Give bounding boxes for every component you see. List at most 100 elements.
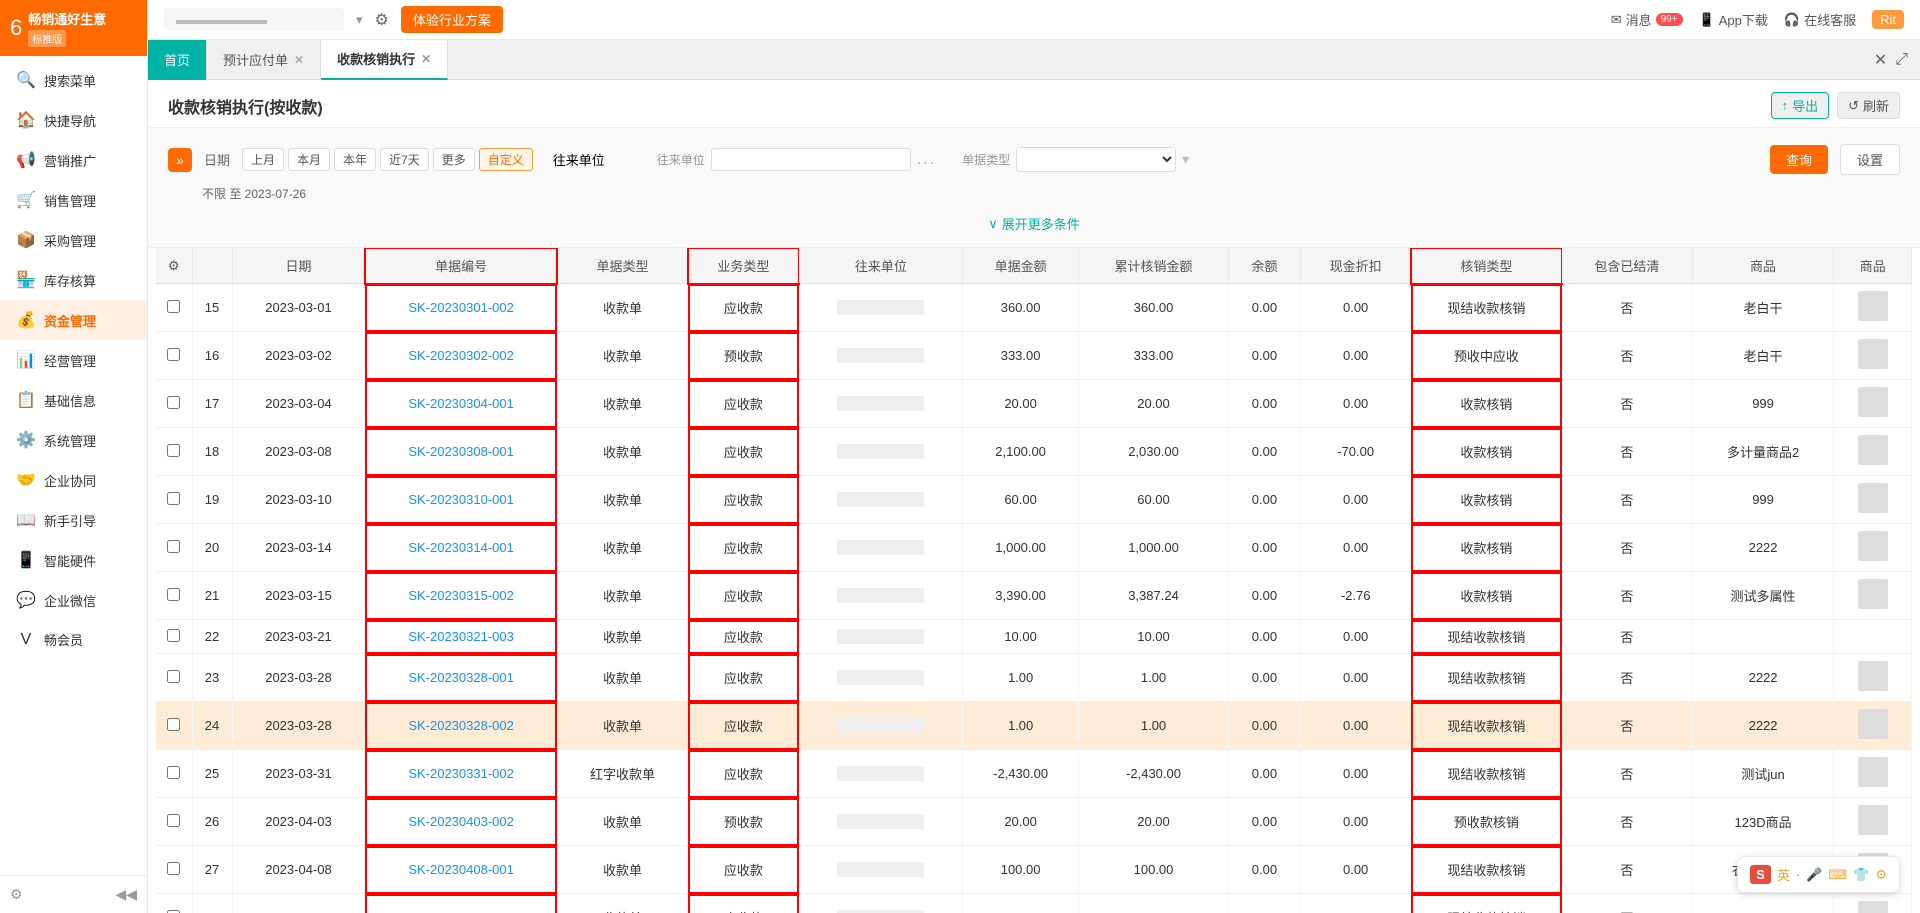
voucher-no-link[interactable]: SK-20230315-002: [408, 588, 514, 603]
th-voucher-no[interactable]: 单据编号: [365, 248, 557, 284]
settings-btn[interactable]: 设置: [1840, 144, 1900, 175]
row-checkbox[interactable]: [167, 396, 180, 409]
sidebar-item-marketing[interactable]: 📢 营销推广: [0, 140, 147, 180]
th-date[interactable]: 日期: [232, 248, 365, 284]
sidebar-item-member[interactable]: V 畅会员: [0, 620, 147, 659]
query-btn[interactable]: 查询: [1770, 145, 1828, 174]
close-tab-btn[interactable]: ✕: [1874, 50, 1887, 70]
voucher-no-link[interactable]: SK-20230310-001: [408, 492, 514, 507]
sidebar-item-basic[interactable]: 📋 基础信息: [0, 380, 147, 420]
online-support-btn[interactable]: 🎧 在线客服: [1784, 10, 1856, 29]
tab-prepay-close[interactable]: ✕: [294, 53, 304, 67]
row-checkbox[interactable]: [167, 540, 180, 553]
cell-checkbox[interactable]: [156, 380, 192, 428]
voucher-no-link[interactable]: SK-20230301-002: [408, 300, 514, 315]
row-checkbox[interactable]: [167, 766, 180, 779]
shirt-icon[interactable]: 👕: [1853, 867, 1869, 883]
th-product[interactable]: 商品: [1692, 248, 1834, 284]
collapse-sidebar-btn[interactable]: ◀◀: [115, 886, 137, 903]
sidebar-item-search[interactable]: 🔍 搜索菜单: [0, 60, 147, 100]
voucher-no-link[interactable]: SK-20230408-001: [408, 862, 514, 877]
th-product2[interactable]: 商品: [1834, 248, 1912, 284]
th-voucher-type[interactable]: 单据类型: [557, 248, 688, 284]
cell-checkbox[interactable]: [156, 846, 192, 894]
user-avatar[interactable]: Rit: [1872, 10, 1904, 29]
app-download-btn[interactable]: 📱 App下载: [1699, 10, 1768, 29]
row-checkbox[interactable]: [167, 862, 180, 875]
cell-checkbox[interactable]: [156, 284, 192, 332]
notifications-btn[interactable]: ✉ 消息 99+: [1611, 10, 1683, 29]
mic-icon[interactable]: 🎤: [1806, 867, 1822, 883]
th-balance[interactable]: 余额: [1229, 248, 1300, 284]
expand-more-btn[interactable]: ∨ 展开更多条件: [984, 210, 1084, 237]
voucher-no-link[interactable]: SK-20230331-002: [408, 766, 514, 781]
partner-input[interactable]: [711, 148, 911, 171]
sidebar-item-purchase[interactable]: 📦 采购管理: [0, 220, 147, 260]
settings-icon-float[interactable]: ⚙: [1875, 867, 1887, 883]
tab-receipt-verify-close[interactable]: ✕: [421, 52, 431, 66]
sidebar-item-finance[interactable]: 💰 资金管理: [0, 300, 147, 340]
row-checkbox[interactable]: [167, 910, 180, 913]
settings-icon[interactable]: ⚙: [375, 10, 389, 30]
date-btn-prev-month[interactable]: 上月: [242, 148, 284, 171]
industry-solution-btn[interactable]: 体验行业方案: [401, 6, 503, 33]
maximize-btn[interactable]: ⤢: [1895, 51, 1908, 69]
cell-checkbox[interactable]: [156, 750, 192, 798]
cell-checkbox[interactable]: [156, 894, 192, 913]
voucher-no-link[interactable]: SK-20230308-001: [408, 444, 514, 459]
tab-home[interactable]: 首页: [148, 40, 207, 80]
header-search-bar[interactable]: ▬▬▬▬▬▬▬: [164, 8, 344, 31]
th-cash-discount[interactable]: 现金折扣: [1300, 248, 1411, 284]
cell-checkbox[interactable]: [156, 572, 192, 620]
voucher-no-link[interactable]: SK-20230328-001: [408, 670, 514, 685]
sidebar-item-system[interactable]: ⚙️ 系统管理: [0, 420, 147, 460]
cell-checkbox[interactable]: [156, 798, 192, 846]
sidebar-item-guide[interactable]: 📖 新手引导: [0, 500, 147, 540]
date-btn-7days[interactable]: 近7天: [380, 148, 429, 171]
row-checkbox[interactable]: [167, 300, 180, 313]
sidebar-item-hardware[interactable]: 📱 智能硬件: [0, 540, 147, 580]
th-biz-type[interactable]: 业务类型: [688, 248, 799, 284]
dropdown-icon[interactable]: ▾: [356, 12, 363, 28]
sidebar-item-inventory[interactable]: 🏪 库存核算: [0, 260, 147, 300]
th-partner[interactable]: 往来单位: [799, 248, 963, 284]
keyboard-icon[interactable]: ⌨: [1828, 867, 1847, 883]
date-btn-this-year[interactable]: 本年: [334, 148, 376, 171]
cell-checkbox[interactable]: [156, 332, 192, 380]
voucher-type-select[interactable]: [1016, 147, 1176, 172]
row-checkbox[interactable]: [167, 814, 180, 827]
date-btn-custom[interactable]: 自定义: [479, 148, 533, 171]
cell-checkbox[interactable]: [156, 476, 192, 524]
cell-checkbox[interactable]: [156, 654, 192, 702]
row-checkbox[interactable]: [167, 348, 180, 361]
cell-checkbox[interactable]: [156, 428, 192, 476]
cell-checkbox[interactable]: [156, 702, 192, 750]
th-cumulative[interactable]: 累计核销金额: [1078, 248, 1228, 284]
sidebar-item-quick-nav[interactable]: 🏠 快捷导航: [0, 100, 147, 140]
row-checkbox[interactable]: [167, 444, 180, 457]
date-btn-more[interactable]: 更多: [433, 148, 475, 171]
row-checkbox[interactable]: [167, 629, 180, 642]
sidebar-item-wechat[interactable]: 💬 企业微信: [0, 580, 147, 620]
th-settings[interactable]: ⚙: [156, 248, 192, 284]
settings-footer-icon[interactable]: ⚙: [10, 886, 23, 903]
row-checkbox[interactable]: [167, 588, 180, 601]
voucher-no-link[interactable]: SK-20230321-003: [408, 629, 514, 644]
voucher-no-link[interactable]: SK-20230302-002: [408, 348, 514, 363]
voucher-no-link[interactable]: SK-20230304-001: [408, 396, 514, 411]
tab-receipt-verify[interactable]: 收款核销执行 ✕: [321, 40, 448, 80]
voucher-no-link[interactable]: SK-20230314-001: [408, 540, 514, 555]
th-amount[interactable]: 单据金额: [963, 248, 1078, 284]
voucher-no-link[interactable]: SK-20230328-002: [408, 718, 514, 733]
voucher-no-link[interactable]: SK-20230403-002: [408, 814, 514, 829]
sidebar-item-sales[interactable]: 🛒 销售管理: [0, 180, 147, 220]
sidebar-item-operation[interactable]: 📊 经营管理: [0, 340, 147, 380]
cell-checkbox[interactable]: [156, 524, 192, 572]
date-btn-this-month[interactable]: 本月: [288, 148, 330, 171]
refresh-btn[interactable]: ↺ 刷新: [1837, 92, 1900, 119]
export-btn[interactable]: ↑ 导出: [1771, 92, 1830, 119]
filter-toggle-btn[interactable]: »: [168, 148, 192, 172]
row-checkbox[interactable]: [167, 718, 180, 731]
sidebar-item-enterprise[interactable]: 🤝 企业协同: [0, 460, 147, 500]
row-checkbox[interactable]: [167, 670, 180, 683]
